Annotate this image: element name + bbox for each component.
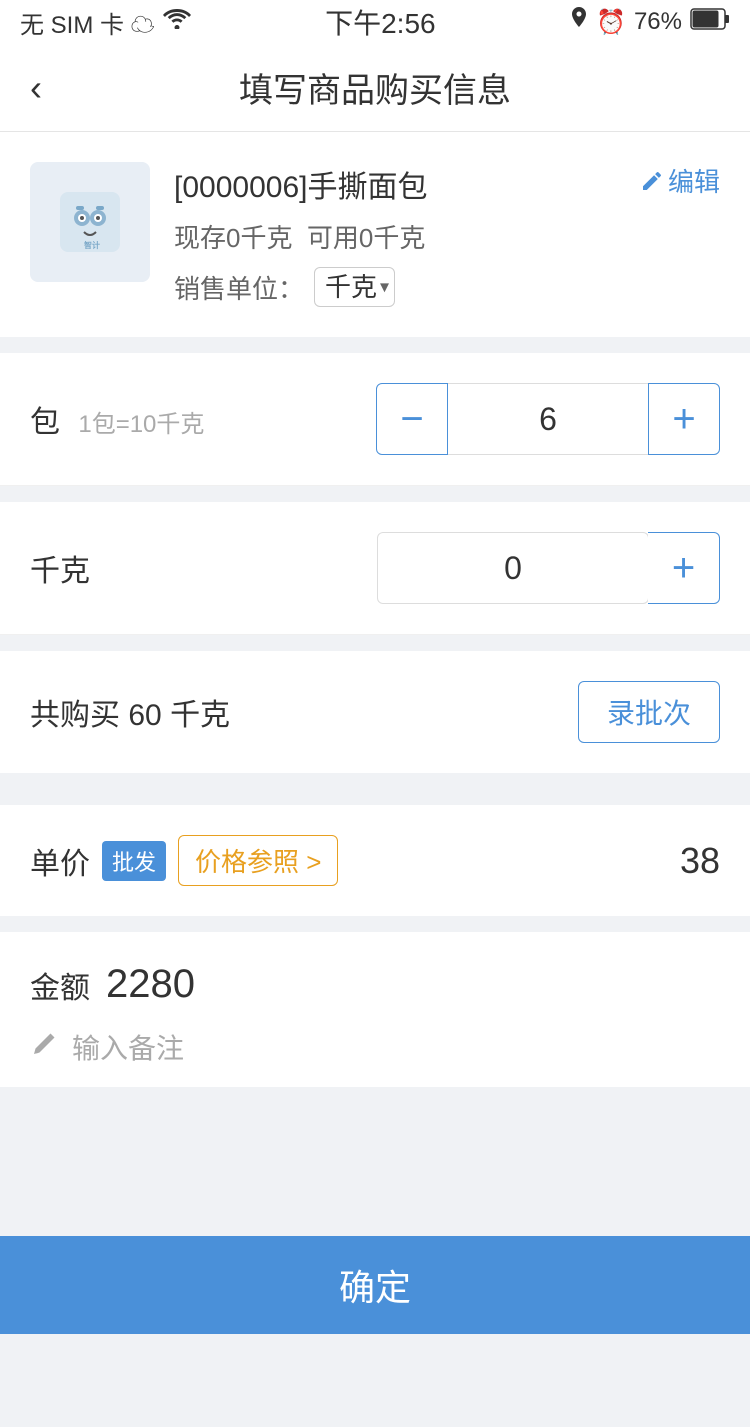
bao-quantity-input[interactable] [448, 383, 648, 455]
bao-decrement-button[interactable]: − [376, 383, 448, 455]
total-text: 共购买 60 千克 [30, 690, 230, 734]
amount-value: 2280 [106, 962, 195, 1007]
price-label: 单价 [30, 839, 90, 883]
kg-quantity-row: 千克 + [0, 502, 750, 635]
nav-bar: ‹ 填写商品购买信息 [0, 44, 750, 132]
bao-increment-button[interactable]: + [648, 383, 720, 455]
alarm-icon: ⏰ [596, 8, 626, 37]
remark-placeholder[interactable]: 输入备注 [72, 1027, 184, 1067]
kg-quantity-section: 千克 + [0, 502, 750, 635]
product-thumbnail: 智计 [30, 162, 150, 282]
amount-section: 金额 2280 输入备注 [0, 916, 750, 1087]
kg-increment-button[interactable]: + [648, 532, 720, 604]
price-ref-button[interactable]: 价格参照 > [178, 835, 338, 886]
product-name: [0000006]手撕面包 [174, 162, 427, 206]
bao-quantity-row: 包 1包=10千克 − + [0, 353, 750, 486]
price-value: 38 [680, 840, 720, 882]
location-icon [570, 7, 588, 38]
battery-icon [690, 8, 730, 37]
page-title: 填写商品购买信息 [239, 63, 511, 112]
status-time: 下午2:56 [325, 2, 436, 42]
kg-quantity-input[interactable] [377, 532, 649, 604]
amount-label: 金额 [30, 963, 90, 1007]
product-stock: 现存0千克 可用0千克 [174, 218, 720, 255]
product-info: [0000006]手撕面包 编辑 现存0千克 可用0千克 销售单位： 千克 [174, 162, 720, 307]
price-left: 单价 批发 价格参照 > [30, 835, 338, 886]
price-tag: 批发 [102, 841, 166, 881]
status-left: 无 SIM 卡 ☁ [20, 5, 191, 40]
bao-quantity-controls: − + [376, 383, 720, 455]
amount-row: 金额 2280 [30, 962, 720, 1007]
bao-hint: 1包=10千克 [78, 411, 204, 438]
unit-select-wrap[interactable]: 千克 [314, 267, 395, 307]
remark-row[interactable]: 输入备注 [30, 1027, 720, 1067]
bao-quantity-section: 包 1包=10千克 − + [0, 353, 750, 486]
product-unit: 销售单位： 千克 [174, 267, 720, 307]
edit-button[interactable]: 编辑 [640, 162, 720, 199]
confirm-button[interactable]: 确定 [339, 1259, 411, 1311]
kg-quantity-controls: + [377, 532, 720, 604]
battery-text: 76% [634, 8, 682, 36]
product-card: 智计 [0000006]手撕面包 编辑 现存0千克 可用0千克 销售单位： 千克 [0, 132, 750, 337]
confirm-bar[interactable]: 确定 [0, 1236, 750, 1334]
pencil-icon [30, 1032, 60, 1062]
kg-label: 千克 [30, 546, 377, 590]
status-bar: 无 SIM 卡 ☁ 下午2:56 ⏰ 76% [0, 0, 750, 44]
total-row: 共购买 60 千克 录批次 [0, 651, 750, 773]
batch-button[interactable]: 录批次 [578, 681, 720, 743]
sim-status: 无 SIM 卡 ☁ [20, 5, 155, 40]
unit-select[interactable]: 千克 [314, 267, 395, 307]
status-right: ⏰ 76% [570, 7, 730, 38]
back-button[interactable]: ‹ [30, 67, 42, 109]
bao-label: 包 1包=10千克 [30, 397, 376, 441]
price-section: 单价 批发 价格参照 > 38 [0, 789, 750, 916]
svg-text:智计: 智计 [84, 240, 100, 250]
wifi-icon [163, 8, 191, 36]
price-row: 单价 批发 价格参照 > 38 [30, 835, 720, 886]
